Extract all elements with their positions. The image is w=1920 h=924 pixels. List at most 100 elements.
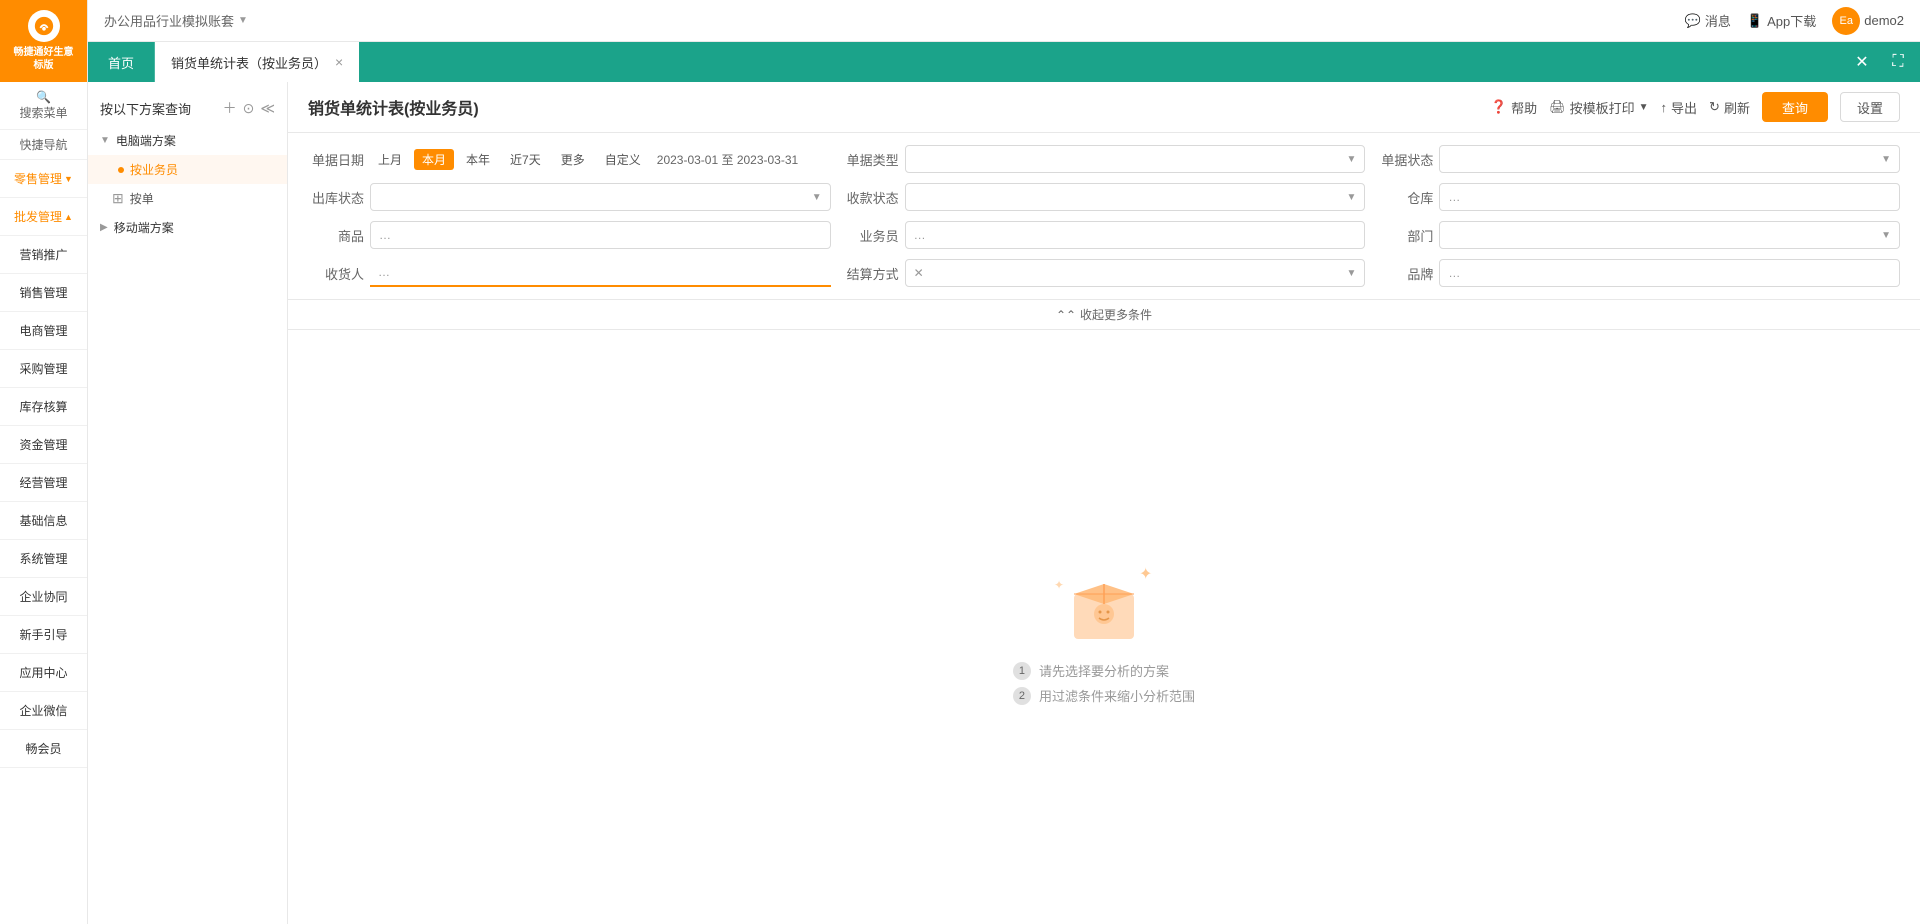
doc-status-arrow-icon: ▼ <box>1881 154 1891 165</box>
right-content: 销货单统计表(按业务员) ❓ 帮助 🖨 按模板打印 ▼ ↑ 导出 <box>288 82 1920 924</box>
date-selector: 上月 本月 本年 近7天 更多 自定义 2023-03-01 至 2023-03… <box>370 149 831 170</box>
receipt-status-input[interactable]: ▼ <box>905 183 1366 211</box>
brand-input[interactable]: … <box>1439 259 1900 287</box>
by-order-icon: ⊞ <box>112 190 124 207</box>
date-tab-more[interactable]: 更多 <box>553 149 593 170</box>
department-input[interactable]: ▼ <box>1439 221 1900 249</box>
brand-dots: … <box>1448 266 1460 280</box>
home-tab-label: 首页 <box>108 53 134 72</box>
retail-label: 零售管理 <box>14 170 62 187</box>
sidebar-item-appstore[interactable]: 应用中心 <box>0 654 87 692</box>
tab-salesperson-stats[interactable]: 销货单统计表（按业务员） × <box>155 42 359 82</box>
date-tab-this-year[interactable]: 本年 <box>458 149 498 170</box>
app-subtitle: 标版 <box>34 59 54 72</box>
sidebar-item-sales[interactable]: 销售管理 <box>0 274 87 312</box>
sidebar-item-newbie[interactable]: 新手引导 <box>0 616 87 654</box>
brand-label: 品牌 <box>1377 264 1433 283</box>
salesperson-dots: … <box>914 228 926 242</box>
receipt-status-arrow-icon: ▼ <box>1346 192 1356 203</box>
close-window-button[interactable]: ✕ <box>1848 48 1876 76</box>
help-button[interactable]: ❓ 帮助 <box>1491 98 1537 117</box>
receiver-input[interactable]: … <box>370 259 831 287</box>
collapse-bar[interactable]: ⌃⌃ 收起更多条件 <box>288 300 1920 330</box>
mobile-section-label: 移动端方案 <box>114 219 174 236</box>
form-row-2: 出库状态 ▼ 收款状态 ▼ 仓库 <box>308 183 1900 211</box>
product-input[interactable]: … <box>370 221 831 249</box>
sidebar-item-purchase[interactable]: 采购管理 <box>0 350 87 388</box>
department-label: 部门 <box>1377 226 1433 245</box>
settlement-field: 结算方式 ✕ ▼ <box>843 259 1366 287</box>
sidebar-item-basic[interactable]: 基础信息 <box>0 502 87 540</box>
panel-mobile-section[interactable]: ▶ 移动端方案 <box>88 213 287 242</box>
search-menu-item[interactable]: 🔍 搜索菜单 <box>0 82 87 130</box>
panel-collapse-icon[interactable]: ≪ <box>260 100 275 117</box>
quick-nav-item[interactable]: 快捷导航 <box>0 130 87 160</box>
export-button[interactable]: ↑ 导出 <box>1661 98 1698 117</box>
by-salesperson-label: 按业务员 <box>130 161 178 178</box>
out-status-input[interactable]: ▼ <box>370 183 831 211</box>
sidebar-item-ecommerce[interactable]: 电商管理 <box>0 312 87 350</box>
product-field: 商品 … <box>308 221 831 249</box>
panel-item-by-order[interactable]: ⊞ 按单 <box>88 184 287 213</box>
panel-add-icon[interactable]: ＋ <box>223 98 237 118</box>
active-tab-label: 销货单统计表（按业务员） <box>171 53 327 72</box>
date-label: 单据日期 <box>308 150 364 169</box>
sidebar-item-operations[interactable]: 经营管理 <box>0 464 87 502</box>
svg-text:✦: ✦ <box>1054 578 1064 592</box>
refresh-button[interactable]: ↻ 刷新 <box>1709 98 1750 117</box>
content-area: 按以下方案查询 ＋ ⊙ ≪ ▼ 电脑端方案 按业务员 ⊞ 按单 <box>88 82 1920 924</box>
sidebar-item-finance[interactable]: 资金管理 <box>0 426 87 464</box>
svg-text:✦: ✦ <box>1139 566 1152 583</box>
active-dot <box>118 167 124 173</box>
user-menu[interactable]: Ea demo2 <box>1832 7 1904 35</box>
sidebar-item-marketing[interactable]: 营销推广 <box>0 236 87 274</box>
message-button[interactable]: 💬 消息 <box>1685 11 1731 30</box>
warehouse-input[interactable]: … <box>1439 183 1900 211</box>
out-status-arrow-icon: ▼ <box>812 192 822 203</box>
app-download-button[interactable]: 📱 App下载 <box>1747 11 1816 30</box>
warehouse-label: 仓库 <box>1377 188 1433 207</box>
date-tab-custom[interactable]: 自定义 <box>597 149 649 170</box>
date-tab-this-month[interactable]: 本月 <box>414 149 454 170</box>
username: demo2 <box>1864 13 1904 28</box>
sidebar-item-system[interactable]: 系统管理 <box>0 540 87 578</box>
query-button[interactable]: 查询 <box>1762 92 1828 122</box>
tab-close-button[interactable]: × <box>335 55 343 69</box>
sidebar-item-retail[interactable]: 零售管理 ▼ <box>0 160 87 198</box>
settlement-clear-icon[interactable]: ✕ <box>914 266 924 280</box>
purchase-label: 采购管理 <box>19 360 67 377</box>
members-label: 畅会员 <box>25 740 61 757</box>
doc-type-label: 单据类型 <box>843 150 899 169</box>
inventory-label: 库存核算 <box>19 398 67 415</box>
sidebar-item-wholesale[interactable]: 批发管理 ▲ <box>0 198 87 236</box>
date-tab-7days[interactable]: 近7天 <box>502 149 549 170</box>
sidebar-item-enterprise[interactable]: 企业协同 <box>0 578 87 616</box>
panel-item-by-salesperson[interactable]: 按业务员 <box>88 155 287 184</box>
settlement-input[interactable]: ✕ ▼ <box>905 259 1366 287</box>
company-dropdown[interactable]: 办公用品行业模拟账套 ▼ <box>104 11 248 30</box>
empty-hint-1: 1 请先选择要分析的方案 <box>1013 661 1195 680</box>
company-name: 办公用品行业模拟账套 <box>104 11 234 30</box>
message-label: 消息 <box>1705 11 1731 30</box>
print-button[interactable]: 🖨 按模板打印 ▼ <box>1549 98 1648 117</box>
salesperson-field: 业务员 … <box>843 221 1366 249</box>
maximize-button[interactable]: ⛶ <box>1884 48 1912 76</box>
sidebar-item-inventory[interactable]: 库存核算 <box>0 388 87 426</box>
panel-pc-section[interactable]: ▼ 电脑端方案 <box>88 126 287 155</box>
salesperson-input[interactable]: … <box>905 221 1366 249</box>
settings-button[interactable]: 设置 <box>1840 92 1900 122</box>
sidebar-item-members[interactable]: 畅会员 <box>0 730 87 768</box>
hint-num-1: 1 <box>1013 662 1031 680</box>
sidebar-item-corp-wechat[interactable]: 企业微信 <box>0 692 87 730</box>
logo-icon <box>28 10 60 42</box>
date-tab-last-month[interactable]: 上月 <box>370 149 410 170</box>
date-field: 单据日期 上月 本月 本年 近7天 更多 自定义 2023-03-01 至 20… <box>308 149 831 170</box>
tabbar-controls: ✕ ⛶ <box>1848 42 1920 82</box>
doc-status-label: 单据状态 <box>1377 150 1433 169</box>
tab-home[interactable]: 首页 <box>88 42 155 82</box>
out-status-field: 出库状态 ▼ <box>308 183 831 211</box>
panel-edit-icon[interactable]: ⊙ <box>243 100 255 117</box>
doc-status-input[interactable]: ▼ <box>1439 145 1900 173</box>
doc-type-input[interactable]: ▼ <box>905 145 1366 173</box>
main-area: 办公用品行业模拟账套 ▼ 💬 消息 📱 App下载 Ea demo2 首页 销货… <box>88 0 1920 924</box>
